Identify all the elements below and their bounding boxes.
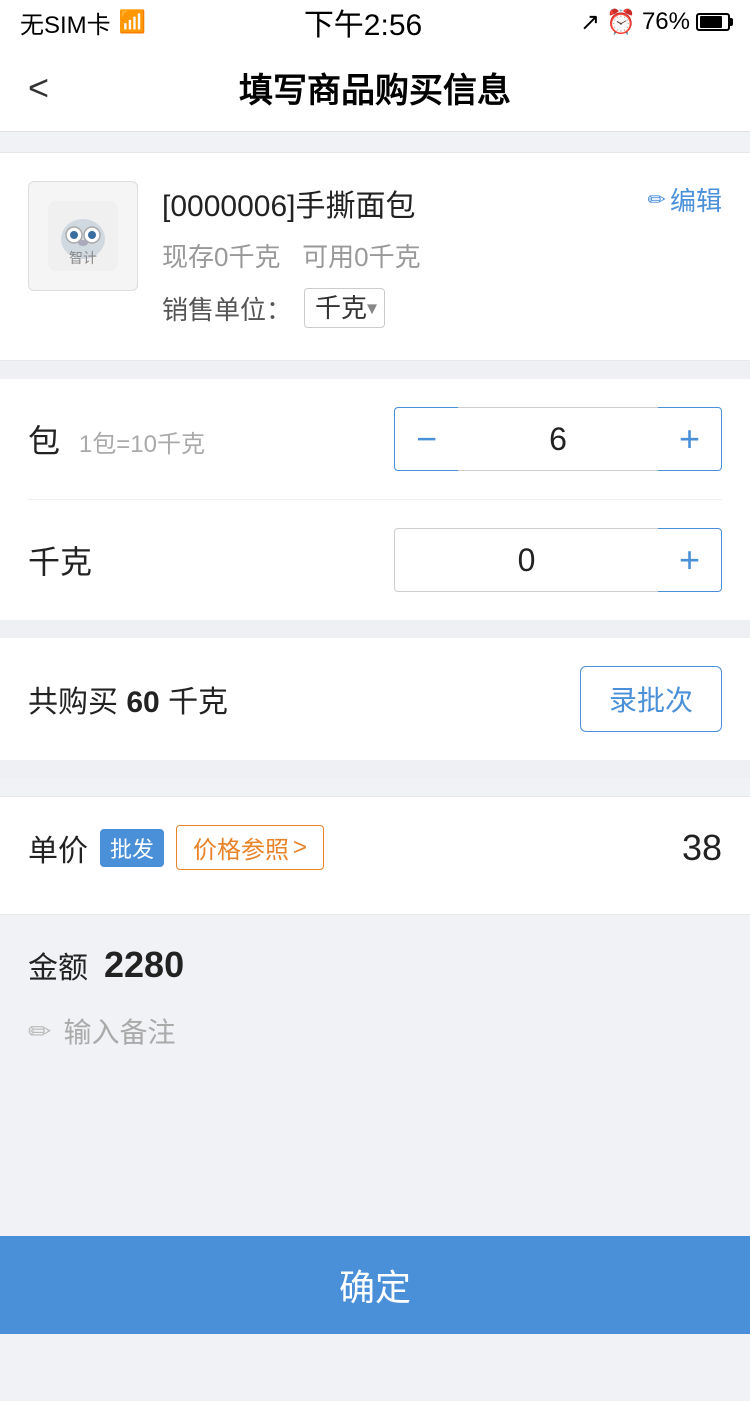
note-row[interactable]: ✏ 输入备注 [28,1011,722,1051]
product-stock: 现存0千克 可用0千克 [162,237,722,274]
status-bar: 无SIM卡 📶 下午2:56 ↗ ⏰ 76% [0,0,750,44]
edit-button[interactable]: ✏ 编辑 [648,181,722,218]
price-ref-label: 价格参照 [193,830,289,865]
stock-available: 可用0千克 [302,242,420,272]
product-logo-icon: 智计 [48,201,118,271]
kg-label: 千克 [28,537,394,583]
price-label-row: 单价 批发 价格参照 > [28,825,324,870]
batch-button[interactable]: 录批次 [580,666,722,732]
total-prefix: 共购买 [28,686,118,719]
total-amount: 60 [126,686,168,719]
kg-plus-button[interactable]: + [658,528,722,592]
back-button[interactable]: < [28,67,49,109]
price-section: 单价 批发 价格参照 > 38 [0,796,750,915]
total-unit: 千克 [168,686,228,719]
status-right: ↗ ⏰ 76% [580,8,730,37]
battery-icon [696,13,730,31]
amount-row: 金额 2280 [28,943,722,987]
alarm-icon: ⏰ [606,8,636,37]
bao-qty-row: 包 1包=10千克 − + [28,379,722,500]
section-divider-2 [0,620,750,638]
product-name: [0000006]手撕面包 [162,181,722,225]
bao-label: 包 1包=10千克 [28,416,394,462]
quantity-section: 包 1包=10千克 − + 千克 + [0,379,750,620]
edit-label: 编辑 [670,181,722,218]
product-card: 智计 [0000006]手撕面包 现存0千克 可用0千克 销售单位： 千克 包 … [0,152,750,361]
carrier-text: 无SIM卡 [20,5,111,40]
note-placeholder[interactable]: 输入备注 [63,1011,175,1051]
kg-qty-input[interactable] [394,528,658,592]
price-label: 单价 [28,826,88,870]
price-badge: 批发 [100,829,164,867]
unit-label: 销售单位： [162,290,292,327]
edit-icon: ✏ [648,187,666,213]
svg-text:智计: 智计 [69,250,97,266]
section-divider-3 [0,760,750,778]
product-info: [0000006]手撕面包 现存0千克 可用0千克 销售单位： 千克 包 [162,181,722,328]
status-time: 下午2:56 [304,0,422,44]
confirm-button[interactable]: 确定 [0,1236,750,1334]
page-title: 填写商品购买信息 [239,63,511,112]
pencil-icon: ✏ [28,1015,51,1048]
price-row: 单价 批发 价格参照 > 38 [28,825,722,870]
nav-bar: < 填写商品购买信息 [0,44,750,132]
wifi-icon: 📶 [119,9,146,35]
price-ref-arrow: > [293,834,307,862]
total-text: 共购买 60 千克 [28,677,228,721]
bao-qty-control: − + [394,407,722,471]
total-row: 共购买 60 千克 录批次 [0,638,750,760]
amount-label: 金额 [28,943,88,987]
stock-current: 现存0千克 [162,242,280,272]
battery-percent: 76% [642,8,690,36]
section-divider-1 [0,361,750,379]
price-value: 38 [682,827,722,869]
price-ref-button[interactable]: 价格参照 > [176,825,324,870]
unit-select[interactable]: 千克 包 [304,288,385,328]
bao-minus-button[interactable]: − [394,407,458,471]
product-thumbnail: 智计 [28,181,138,291]
product-unit-row: 销售单位： 千克 包 [162,288,722,328]
bao-plus-button[interactable]: + [658,407,722,471]
bao-hint: 1包=10千克 [79,431,205,458]
amount-section: 金额 2280 ✏ 输入备注 [0,915,750,1071]
amount-value: 2280 [104,944,184,986]
kg-qty-control: + [394,528,722,592]
status-left: 无SIM卡 📶 [20,5,146,40]
kg-qty-row: 千克 + [28,500,722,620]
unit-select-wrap[interactable]: 千克 包 [304,288,385,328]
bao-qty-input[interactable] [458,407,658,471]
location-icon: ↗ [580,8,600,37]
